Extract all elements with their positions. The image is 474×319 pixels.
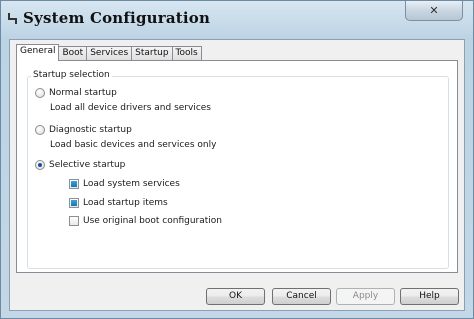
selective-startup-radio[interactable]: [35, 160, 45, 170]
use-original-boot-configuration-label: Use original boot configuration: [83, 216, 222, 226]
load-system-services-row[interactable]: Load system services: [69, 179, 180, 189]
load-startup-items-label: Load startup items: [83, 198, 168, 208]
normal-startup-radio[interactable]: [35, 88, 45, 98]
normal-startup-label: Normal startup: [49, 88, 117, 98]
dialog-body: General Boot Services Startup Tools Star…: [9, 39, 465, 311]
diagnostic-startup-radio-row[interactable]: Diagnostic startup: [35, 125, 132, 135]
system-configuration-window: System Configuration ✕ General Boot Serv…: [0, 0, 474, 319]
help-button[interactable]: Help: [400, 288, 459, 305]
use-original-boot-configuration-row[interactable]: Use original boot configuration: [69, 216, 222, 226]
load-startup-items-row[interactable]: Load startup items: [69, 198, 168, 208]
selective-startup-radio-row[interactable]: Selective startup: [35, 160, 125, 170]
tab-tools[interactable]: Tools: [171, 46, 202, 61]
cancel-button[interactable]: Cancel: [272, 288, 331, 305]
tab-boot[interactable]: Boot: [58, 46, 88, 61]
tab-strip: General Boot Services Startup Tools: [16, 44, 202, 61]
use-original-boot-configuration-checkbox[interactable]: [69, 216, 79, 226]
tab-startup[interactable]: Startup: [131, 46, 173, 61]
close-icon: ✕: [429, 4, 439, 17]
msconfig-icon: [8, 13, 17, 24]
diagnostic-startup-radio[interactable]: [35, 125, 45, 135]
dialog-buttons: OK Cancel Apply Help: [10, 288, 466, 308]
close-button[interactable]: ✕: [405, 1, 463, 21]
tab-services[interactable]: Services: [86, 46, 133, 61]
load-startup-items-checkbox[interactable]: [69, 198, 79, 208]
normal-startup-description: Load all device drivers and services: [50, 103, 211, 113]
normal-startup-radio-row[interactable]: Normal startup: [35, 88, 117, 98]
window-title: System Configuration: [23, 9, 211, 27]
title-bar[interactable]: System Configuration ✕: [1, 1, 473, 39]
load-system-services-label: Load system services: [83, 179, 180, 189]
ok-button[interactable]: OK: [206, 288, 265, 305]
diagnostic-startup-description: Load basic devices and services only: [50, 140, 217, 150]
group-legend: Startup selection: [31, 70, 112, 80]
diagnostic-startup-label: Diagnostic startup: [49, 125, 132, 135]
apply-button[interactable]: Apply: [336, 288, 395, 305]
tab-general[interactable]: General: [16, 44, 60, 61]
load-system-services-checkbox[interactable]: [69, 179, 79, 189]
general-tab-panel: Startup selection Normal startup Load al…: [16, 60, 458, 273]
selective-startup-label: Selective startup: [49, 160, 126, 170]
